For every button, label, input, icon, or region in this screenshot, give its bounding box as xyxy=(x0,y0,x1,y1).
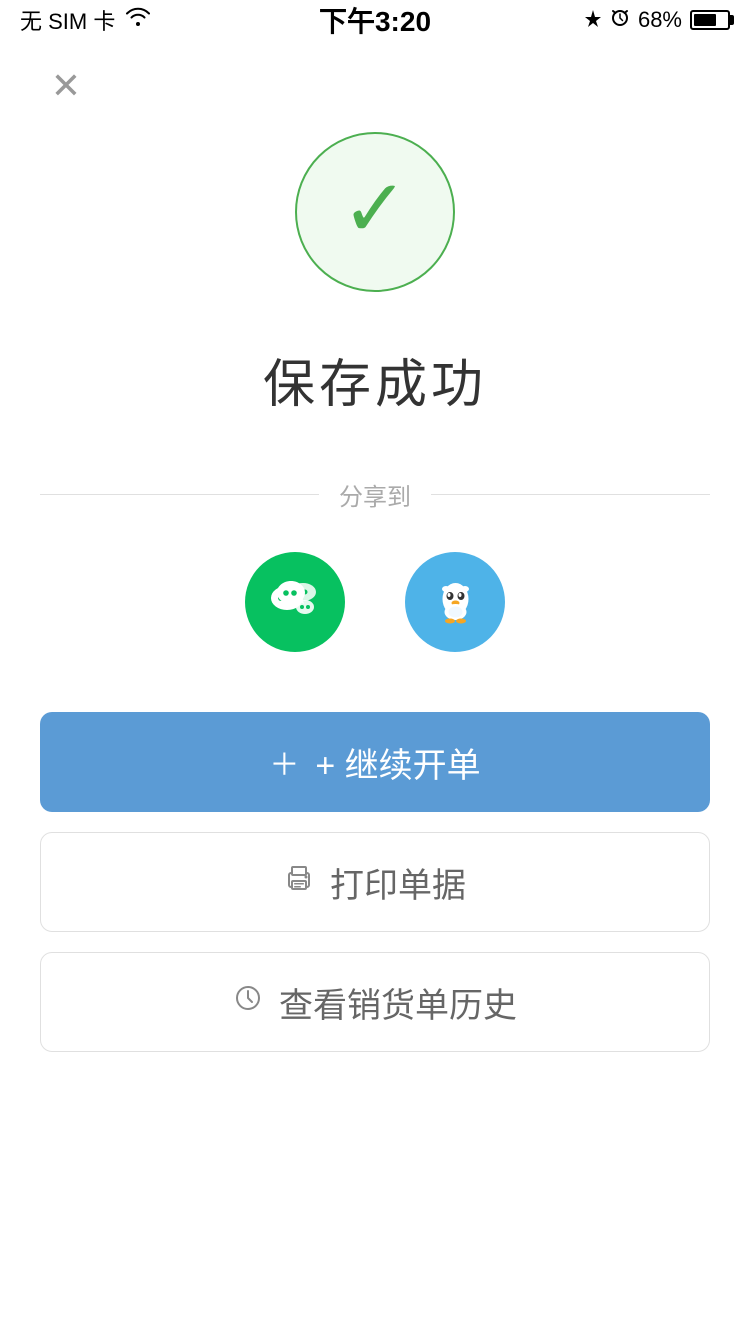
wechat-icon xyxy=(265,572,325,632)
share-label: 分享到 xyxy=(339,477,411,512)
divider-right xyxy=(431,494,710,495)
success-circle: ✓ xyxy=(295,132,455,292)
share-section: 分享到 xyxy=(40,477,710,652)
status-time: 下午3:20 xyxy=(319,0,431,40)
print-label: 打印单据 xyxy=(330,858,466,907)
qq-share-button[interactable] xyxy=(405,552,505,652)
location-icon xyxy=(584,7,602,33)
continue-label: + 继续开单 xyxy=(315,738,480,787)
checkmark-icon: ✓ xyxy=(341,169,408,249)
continue-button[interactable]: ＋ + 继续开单 xyxy=(40,712,710,812)
wifi-icon xyxy=(125,7,151,33)
close-icon: ✕ xyxy=(51,68,81,104)
history-label: 查看销货单历史 xyxy=(279,978,517,1027)
battery-icon xyxy=(690,10,730,30)
battery-percentage: 68% xyxy=(638,7,682,33)
qq-icon xyxy=(428,575,483,630)
action-buttons: ＋ + 继续开单 打印单据 xyxy=(40,712,710,1052)
close-button[interactable]: ✕ xyxy=(40,60,92,112)
clock-icon xyxy=(233,983,263,1021)
printer-icon xyxy=(284,863,314,901)
success-title: 保存成功 xyxy=(263,342,487,417)
sim-status: 无 SIM 卡 xyxy=(20,4,115,36)
plus-icon: ＋ xyxy=(269,740,299,784)
wechat-share-button[interactable] xyxy=(245,552,345,652)
status-right: 68% xyxy=(584,7,730,33)
share-icons xyxy=(40,552,710,652)
print-button[interactable]: 打印单据 xyxy=(40,832,710,932)
divider-left xyxy=(40,494,319,495)
status-left: 无 SIM 卡 xyxy=(20,4,151,36)
alarm-icon xyxy=(610,7,630,33)
share-divider: 分享到 xyxy=(40,477,710,512)
history-button[interactable]: 查看销货单历史 xyxy=(40,952,710,1052)
main-content: ✕ ✓ 保存成功 分享到 xyxy=(0,40,750,1112)
status-bar: 无 SIM 卡 下午3:20 68% xyxy=(0,0,750,40)
